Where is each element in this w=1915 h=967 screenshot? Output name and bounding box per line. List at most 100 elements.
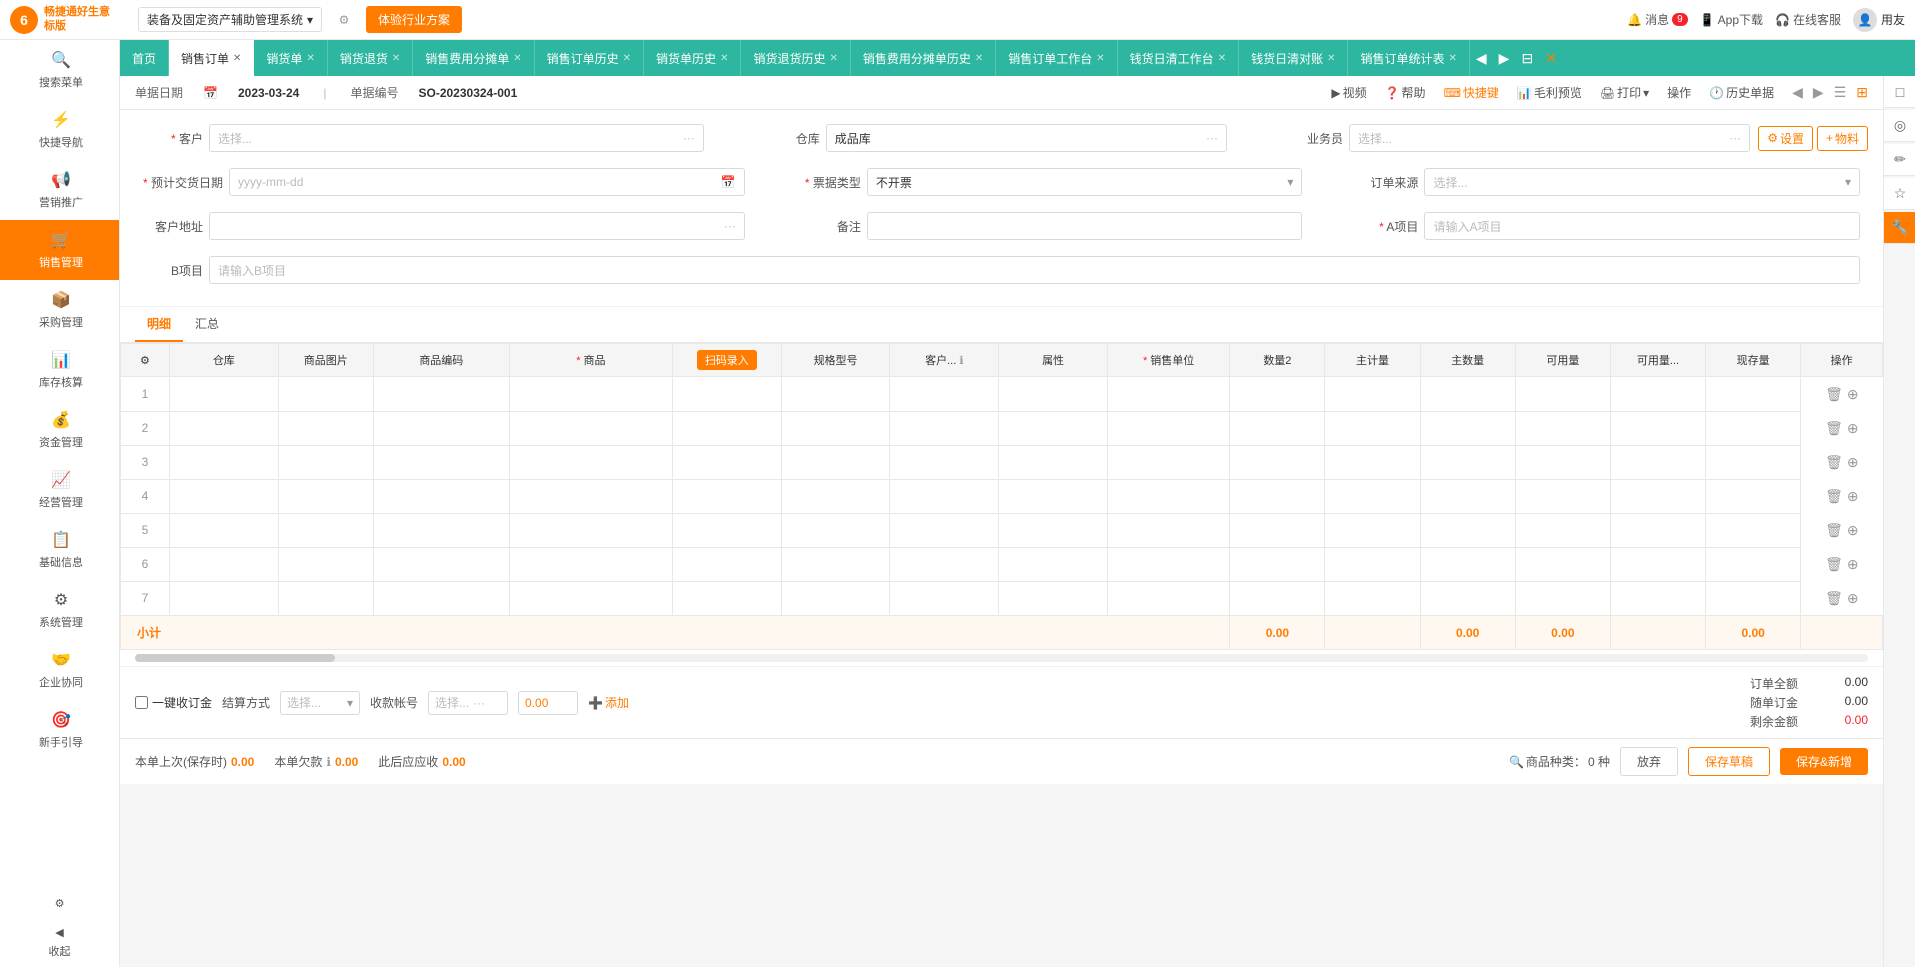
nav-prev-btn[interactable]: ◀ (1792, 84, 1803, 101)
invoice-select-wrapper[interactable]: 不开票 ▾ (867, 168, 1303, 196)
copy-icon[interactable]: ⊕ (1847, 386, 1859, 403)
warehouse-input-wrapper[interactable]: 成品库 ··· (826, 124, 1227, 152)
tab-sales-order[interactable]: 销售订单 ✕ (169, 40, 254, 76)
tab-detail[interactable]: 明细 (135, 307, 183, 342)
profit-preview-btn[interactable]: 📊 毛利预览 (1513, 84, 1586, 101)
tab-close-icon[interactable]: ✕ (1096, 53, 1104, 64)
add-material-btn[interactable]: + 物料 (1817, 126, 1868, 151)
save-draft-btn[interactable]: 保存草稿 (1688, 747, 1770, 776)
tab-sales-workbench[interactable]: 销售订单工作台 ✕ (996, 40, 1117, 76)
sidebar-item-purchase[interactable]: 📦 采购管理 (0, 280, 119, 340)
message-btn[interactable]: 🔔 消息 9 (1627, 11, 1688, 28)
tab-sales-return[interactable]: 销货退货 ✕ (328, 40, 413, 76)
sidebar-item-search[interactable]: 🔍 搜索菜单 (0, 40, 119, 100)
online-service-btn[interactable]: 🎧 在线客服 (1775, 11, 1841, 28)
sidebar-item-guide[interactable]: 🎯 新手引导 (0, 700, 119, 760)
tab-close-icon[interactable]: ✕ (1218, 53, 1226, 64)
address-more-icon[interactable]: ··· (724, 219, 736, 233)
user-area[interactable]: 👤 用友 (1853, 8, 1905, 32)
right-panel-config-btn[interactable]: 🔧 (1884, 212, 1915, 244)
layout-list-icon[interactable]: ☰ (1834, 84, 1847, 101)
tab-close-icon[interactable]: ✕ (1449, 53, 1457, 64)
tab-daily-workbench[interactable]: 钱货日清工作台 ✕ (1118, 40, 1239, 76)
sidebar-settings-btn[interactable]: ⚙ (0, 889, 119, 918)
col-settings[interactable]: ⚙ (121, 344, 170, 377)
tab-close-icon[interactable]: ✕ (1327, 53, 1335, 64)
tab-close-icon[interactable]: ✕ (392, 53, 400, 64)
tab-next-btn[interactable]: ▶ (1493, 40, 1516, 76)
account-select[interactable]: 选择... ··· (428, 691, 508, 715)
sidebar-item-marketing[interactable]: 📢 营销推广 (0, 160, 119, 220)
delete-icon[interactable]: 🗑 (1825, 454, 1843, 471)
b-project-input-wrapper[interactable]: 请输入B项目 (209, 256, 1860, 284)
sidebar-item-collab[interactable]: 🤝 企业协同 (0, 640, 119, 700)
tab-summary[interactable]: 汇总 (183, 307, 231, 342)
scan-btn[interactable]: 扫码录入 (697, 350, 757, 370)
tab-close-icon[interactable]: ✕ (623, 53, 631, 64)
tab-sales-expense[interactable]: 销售费用分摊单 ✕ (413, 40, 534, 76)
delete-icon[interactable]: 🗑 (1825, 522, 1843, 539)
one-click-deposit-checkbox[interactable]: 一键收订金 (135, 694, 212, 711)
delete-icon[interactable]: 🗑 (1825, 556, 1843, 573)
help-btn[interactable]: ❓ 帮助 (1381, 84, 1430, 101)
sidebar-item-basic-info[interactable]: 📋 基础信息 (0, 520, 119, 580)
scroll-thumb[interactable] (135, 654, 335, 662)
copy-icon[interactable]: ⊕ (1847, 488, 1859, 505)
salesperson-more-icon[interactable]: ··· (1729, 131, 1741, 145)
sidebar-item-sales[interactable]: 🛒 销售管理 (0, 220, 119, 280)
settings-gear-icon[interactable]: ⚙ (330, 6, 358, 34)
nav-next-btn[interactable]: ▶ (1813, 84, 1824, 101)
amount-input[interactable]: 0.00 (518, 691, 578, 715)
order-source-input-wrapper[interactable]: 选择... ▾ (1424, 168, 1860, 196)
operation-btn[interactable]: 操作 (1663, 84, 1695, 101)
tab-menu-btn[interactable]: ⊟ (1515, 40, 1539, 76)
settings-btn[interactable]: ⚙ 设置 (1758, 126, 1813, 151)
tab-close-icon[interactable]: ✕ (720, 53, 728, 64)
right-panel-star-btn[interactable]: ☆ (1884, 178, 1915, 210)
tab-close-icon[interactable]: ✕ (233, 53, 241, 64)
right-panel-expand-btn[interactable]: □ (1884, 76, 1915, 108)
col-settings-icon[interactable]: ⚙ (140, 355, 150, 367)
tab-home[interactable]: 首页 (120, 40, 169, 76)
copy-icon[interactable]: ⊕ (1847, 556, 1859, 573)
app-download-btn[interactable]: 📱 App下载 (1700, 11, 1763, 28)
right-panel-edit-btn[interactable]: ✏ (1884, 144, 1915, 176)
address-input-wrapper[interactable]: ··· (209, 212, 745, 240)
delete-icon[interactable]: 🗑 (1825, 488, 1843, 505)
copy-icon[interactable]: ⊕ (1847, 590, 1859, 607)
tab-daily-reconcile[interactable]: 钱货日清对账 ✕ (1239, 40, 1348, 76)
copy-icon[interactable]: ⊕ (1847, 454, 1859, 471)
tab-sales-invoice-history[interactable]: 销货单历史 ✕ (644, 40, 741, 76)
sidebar-item-operations[interactable]: 📈 经营管理 (0, 460, 119, 520)
warehouse-more-icon[interactable]: ··· (1206, 131, 1218, 145)
calendar-icon[interactable]: 📅 (203, 86, 218, 100)
sidebar-item-quick-nav[interactable]: ⚡ 快捷导航 (0, 100, 119, 160)
shortcut-btn[interactable]: ⌨ 快捷键 (1440, 84, 1503, 101)
delete-icon[interactable]: 🗑 (1825, 420, 1843, 437)
sidebar-item-finance[interactable]: 💰 资金管理 (0, 400, 119, 460)
view-video-btn[interactable]: ▶ 视频 (1327, 84, 1370, 101)
customer-input-wrapper[interactable]: 选择... ··· (209, 124, 704, 152)
tab-close-all-btn[interactable]: ✕ (1539, 40, 1563, 76)
tab-return-history[interactable]: 销货退货历史 ✕ (741, 40, 850, 76)
delivery-input-wrapper[interactable]: yyyy-mm-dd 📅 (229, 168, 745, 196)
tab-close-icon[interactable]: ✕ (975, 53, 983, 64)
tab-close-icon[interactable]: ✕ (513, 53, 521, 64)
print-btn[interactable]: 🖨 打印 ▾ (1596, 84, 1653, 101)
history-doc-btn[interactable]: 🕐 历史单据 (1705, 84, 1778, 101)
one-click-deposit-input[interactable] (135, 696, 148, 709)
copy-icon[interactable]: ⊕ (1847, 420, 1859, 437)
sidebar-item-inventory[interactable]: 📊 库存核算 (0, 340, 119, 400)
sidebar-collapse-btn[interactable]: ◀ 收起 (0, 918, 119, 967)
tab-expense-history[interactable]: 销售费用分摊单历史 ✕ (851, 40, 996, 76)
payment-method-select[interactable]: 选择... ▾ (280, 691, 360, 715)
layout-grid-icon[interactable]: ⊞ (1856, 84, 1868, 101)
a-project-input-wrapper[interactable]: 请输入A项目 (1424, 212, 1860, 240)
delete-icon[interactable]: 🗑 (1825, 386, 1843, 403)
tab-sales-invoice[interactable]: 销货单 ✕ (254, 40, 327, 76)
right-panel-history-btn[interactable]: ◎ (1884, 110, 1915, 142)
tab-close-icon[interactable]: ✕ (306, 53, 314, 64)
save-new-btn[interactable]: 保存&新增 (1780, 748, 1868, 775)
copy-icon[interactable]: ⊕ (1847, 522, 1859, 539)
system-selector[interactable]: 装备及固定资产辅助管理系统 ▾ (138, 7, 322, 32)
